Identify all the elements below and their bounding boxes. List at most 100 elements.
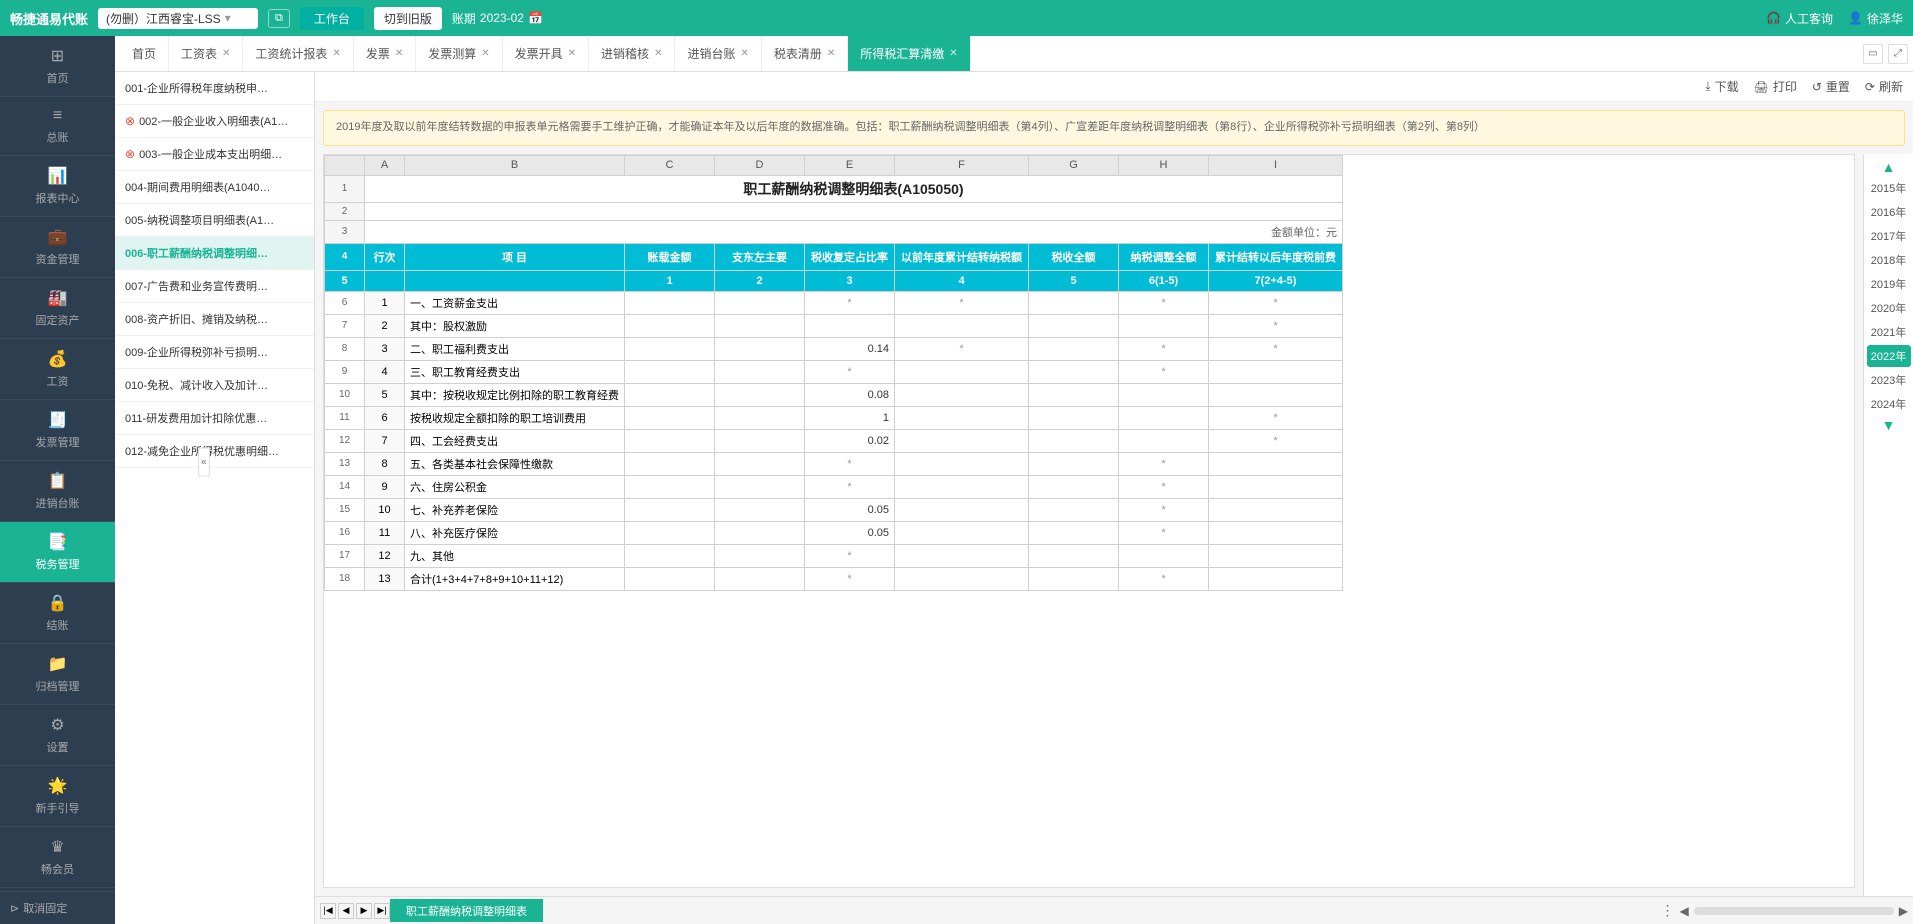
cancel-pin-button[interactable]: ⊳ 取消固定 [0, 891, 115, 924]
cell-h[interactable] [1119, 429, 1209, 452]
table-row[interactable]: 83二、职工福利费支出0.14*** [325, 337, 1343, 360]
cell-d[interactable] [715, 475, 805, 498]
cell-e[interactable]: 0.02 [805, 429, 895, 452]
left-panel-item-007[interactable]: 007-广告费和业务宣传费明… [115, 270, 314, 303]
cell-d[interactable] [715, 337, 805, 360]
cell-h[interactable]: * [1119, 521, 1209, 544]
cell-e[interactable]: 0.05 [805, 498, 895, 521]
cell-c[interactable] [625, 475, 715, 498]
cell-c[interactable] [625, 544, 715, 567]
tab-input-check-close-icon[interactable]: ✕ [654, 48, 662, 59]
cell-f[interactable] [895, 567, 1029, 590]
scroll-last-button[interactable]: ▶| [374, 903, 390, 919]
cell-f[interactable] [895, 544, 1029, 567]
cell-g[interactable] [1029, 429, 1119, 452]
cell-i[interactable] [1209, 544, 1343, 567]
horizontal-scrollbar-track[interactable] [1694, 907, 1894, 915]
table-row[interactable]: 127四、工会经费支出0.02* [325, 429, 1343, 452]
table-row[interactable]: 1813合计(1+3+4+7+8+9+10+11+12)** [325, 567, 1343, 590]
tab-input-ledger[interactable]: 进销台账 ✕ [675, 36, 761, 72]
tab-income-tax-close-icon[interactable]: ✕ [949, 48, 957, 59]
cell-i[interactable] [1209, 360, 1343, 383]
tab-invoice-open-close-icon[interactable]: ✕ [568, 48, 576, 59]
cell-f[interactable] [895, 383, 1029, 406]
cell-h[interactable] [1119, 544, 1209, 567]
scroll-next-button[interactable]: ▶ [356, 903, 372, 919]
left-panel-item-001[interactable]: 001-企业所得税年度纳税申… [115, 72, 314, 105]
cell-g[interactable] [1029, 521, 1119, 544]
bottom-tab-main[interactable]: 职工薪酬纳税调整明细表 [390, 899, 543, 922]
tab-salary[interactable]: 工资表 ✕ [169, 36, 243, 72]
copy-icon-btn[interactable]: ⧉ [268, 9, 290, 28]
year-btn-2016[interactable]: 2016年 [1867, 201, 1911, 223]
tab-invoice-calc[interactable]: 发票测算 ✕ [416, 36, 502, 72]
cell-f[interactable] [895, 452, 1029, 475]
year-btn-2019[interactable]: 2019年 [1867, 273, 1911, 295]
year-btn-2018[interactable]: 2018年 [1867, 249, 1911, 271]
cell-c[interactable] [625, 314, 715, 337]
cell-f[interactable] [895, 360, 1029, 383]
cell-h[interactable]: * [1119, 360, 1209, 383]
download-button[interactable]: ⤓ 下载 [1705, 78, 1738, 95]
left-panel-item-009[interactable]: 009-企业所得税弥补亏损明… [115, 336, 314, 369]
cell-h[interactable] [1119, 383, 1209, 406]
cell-g[interactable] [1029, 498, 1119, 521]
spreadsheet-container[interactable]: A B C D E F G H I [323, 154, 1855, 888]
sidebar-item-fixed[interactable]: 🏭 固定资产 [0, 278, 115, 339]
year-btn-2021[interactable]: 2021年 [1867, 321, 1911, 343]
year-scroll-down-button[interactable]: ▼ [1882, 417, 1896, 433]
sidebar-item-sales[interactable]: 📋 进销台账 [0, 461, 115, 522]
cell-g[interactable] [1029, 475, 1119, 498]
cell-c[interactable] [625, 567, 715, 590]
cell-e[interactable]: 0.05 [805, 521, 895, 544]
table-row[interactable]: 105其中：按税收规定比例扣除的职工教育经费0.08 [325, 383, 1343, 406]
cell-d[interactable] [715, 452, 805, 475]
cell-d[interactable] [715, 314, 805, 337]
cell-c[interactable] [625, 337, 715, 360]
cell-d[interactable] [715, 383, 805, 406]
sidebar-item-close[interactable]: 🔒 结账 [0, 583, 115, 644]
scroll-first-button[interactable]: |◀ [320, 903, 336, 919]
left-panel-item-005[interactable]: 005-纳税调整项目明细表(A1… [115, 204, 314, 237]
left-panel-item-010[interactable]: 010-免税、减计收入及加计… [115, 369, 314, 402]
tab-salary-stat-close-icon[interactable]: ✕ [332, 48, 340, 59]
cell-e[interactable]: 0.14 [805, 337, 895, 360]
sheet-options-icon[interactable]: ⋮ [1661, 902, 1675, 919]
cell-h[interactable] [1119, 406, 1209, 429]
left-panel-item-002[interactable]: ⊗ 002-一般企业收入明细表(A1… [115, 105, 314, 138]
user-menu[interactable]: 👤 徐泽华 [1848, 10, 1903, 27]
table-row[interactable]: 94三、职工教育经费支出** [325, 360, 1343, 383]
cell-c[interactable] [625, 360, 715, 383]
cell-e[interactable]: * [805, 475, 895, 498]
cell-c[interactable] [625, 521, 715, 544]
left-panel-item-004[interactable]: 004-期间费用明细表(A1040… [115, 171, 314, 204]
cell-c[interactable] [625, 498, 715, 521]
table-row[interactable]: 72其中：股权激励* [325, 314, 1343, 337]
company-selector[interactable]: (勿删）江西睿宝-LSS ▾ [98, 8, 258, 29]
left-panel-item-003[interactable]: ⊗ 003-一般企业成本支出明细… [115, 138, 314, 171]
cell-c[interactable] [625, 406, 715, 429]
cell-i[interactable] [1209, 521, 1343, 544]
left-panel-item-006[interactable]: 006-职工薪酬纳税调整明细… [115, 237, 314, 270]
cell-f[interactable] [895, 521, 1029, 544]
tab-salary-close-icon[interactable]: ✕ [222, 48, 230, 59]
left-panel-item-012[interactable]: 012-减免企业所得税优惠明细… [115, 435, 314, 468]
cell-g[interactable] [1029, 406, 1119, 429]
cell-c[interactable] [625, 383, 715, 406]
horizontal-scroll-right-btn[interactable]: ▶ [1899, 904, 1908, 918]
switch-version-button[interactable]: 切到旧版 [374, 7, 442, 30]
cell-i[interactable] [1209, 475, 1343, 498]
tab-invoice[interactable]: 发票 ✕ [354, 36, 416, 72]
cell-h[interactable]: * [1119, 475, 1209, 498]
sidebar-item-assets[interactable]: 💼 资金管理 [0, 217, 115, 278]
tab-home[interactable]: 首页 [120, 36, 169, 72]
tab-input-check[interactable]: 进销稽核 ✕ [589, 36, 675, 72]
workbench-button[interactable]: 工作台 [300, 7, 364, 30]
year-btn-2015[interactable]: 2015年 [1867, 177, 1911, 199]
cell-g[interactable] [1029, 291, 1119, 314]
print-button[interactable]: 🖨 打印 [1754, 78, 1797, 95]
sidebar-item-salary[interactable]: 💰 工资 [0, 339, 115, 400]
tab-salary-stat[interactable]: 工资统计报表 ✕ [243, 36, 353, 72]
tab-tax-clear[interactable]: 税表清册 ✕ [762, 36, 848, 72]
cell-g[interactable] [1029, 452, 1119, 475]
